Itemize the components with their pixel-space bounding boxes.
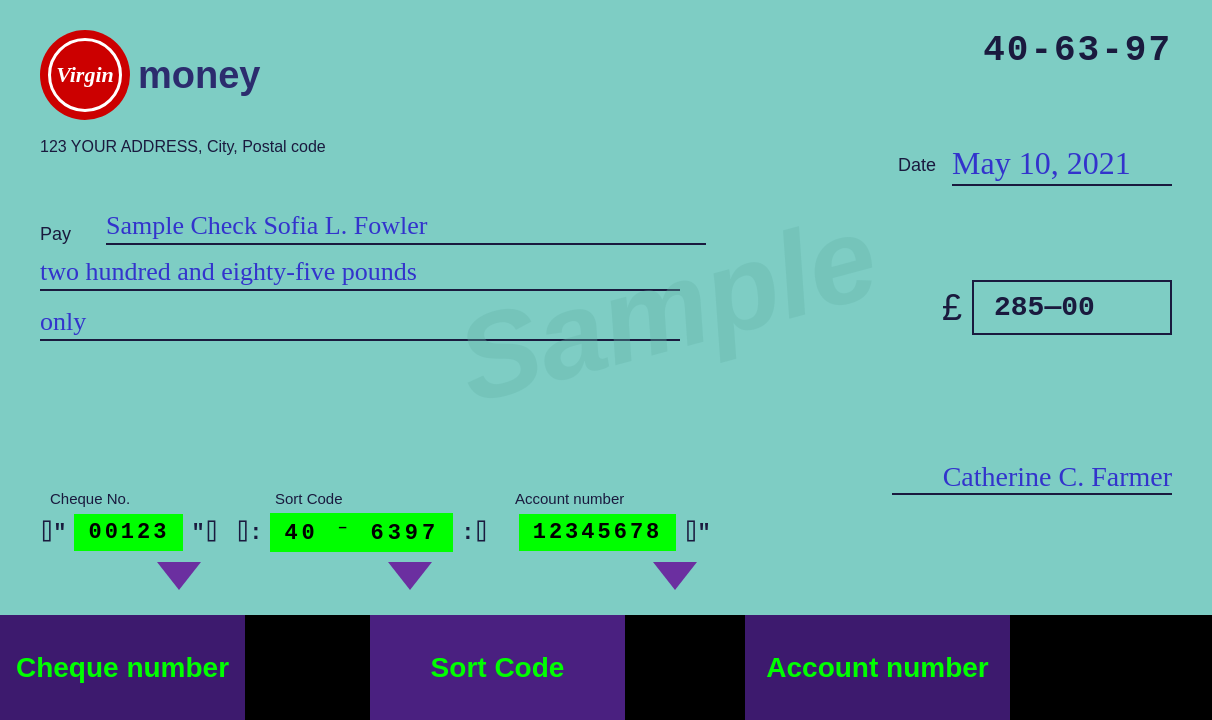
sort-code-micr: 40 ⁻ 6397	[270, 513, 453, 552]
cheque: Sample Virgin money 40-63-97 123 YOUR AD…	[0, 0, 1212, 615]
bottom-bar: Cheque number Sort Code Account number	[0, 615, 1212, 720]
cheque-label: Cheque No.	[40, 490, 240, 507]
amount-area: £ 285—00	[942, 280, 1172, 335]
micr-sym3: ⌷:	[236, 519, 262, 546]
logo-money-text: money	[138, 54, 260, 97]
bottom-account-label: Account number	[745, 615, 1010, 720]
micr-sym4: :⌷	[461, 519, 487, 546]
micr-sym1: ⌷"	[40, 519, 66, 546]
arrow-sort	[388, 562, 432, 590]
bottom-sort-label: Sort Code	[370, 615, 625, 720]
micr-row: ⌷" 00123 "⌷ ⌷: 40 ⁻ 6397 :⌷ 12345678 ⌷"	[40, 513, 1172, 552]
date-row: Date May 10, 2021	[898, 145, 1172, 186]
payee: Sample Check Sofia L. Fowler	[106, 211, 706, 245]
sort-code-top: 40-63-97	[983, 30, 1172, 71]
pound-sign: £	[942, 287, 962, 329]
pay-label: Pay	[40, 224, 90, 245]
bottom-cheque-label: Cheque number	[0, 615, 245, 720]
arrow-account	[653, 562, 697, 590]
amount-line1: two hundred and eighty-five pounds	[40, 257, 680, 291]
logo-circle-inner: Virgin	[48, 38, 122, 112]
logo-circle: Virgin	[40, 30, 130, 120]
micr-section: Cheque No. Sort Code Account number ⌷" 0…	[40, 490, 1172, 585]
amount-line2: only	[40, 307, 680, 341]
logo-virgin-text: Virgin	[56, 64, 113, 86]
pay-row: Pay Sample Check Sofia L. Fowler	[40, 211, 1172, 245]
header-row: Virgin money 40-63-97	[40, 30, 1172, 120]
date-value: May 10, 2021	[952, 145, 1172, 186]
micr-sym2: "⌷	[191, 519, 217, 546]
date-label: Date	[898, 155, 936, 176]
logo: Virgin money	[40, 30, 260, 120]
account-number-micr: 12345678	[519, 514, 677, 551]
micr-sym6: ⌷"	[684, 519, 710, 546]
account-label: Account number	[515, 490, 715, 507]
amount-box: 285—00	[972, 280, 1172, 335]
cheque-number: 00123	[74, 514, 183, 551]
sort-code-label: Sort Code	[275, 490, 475, 507]
arrow-cheque	[157, 562, 201, 590]
arrows-container	[40, 557, 1172, 585]
